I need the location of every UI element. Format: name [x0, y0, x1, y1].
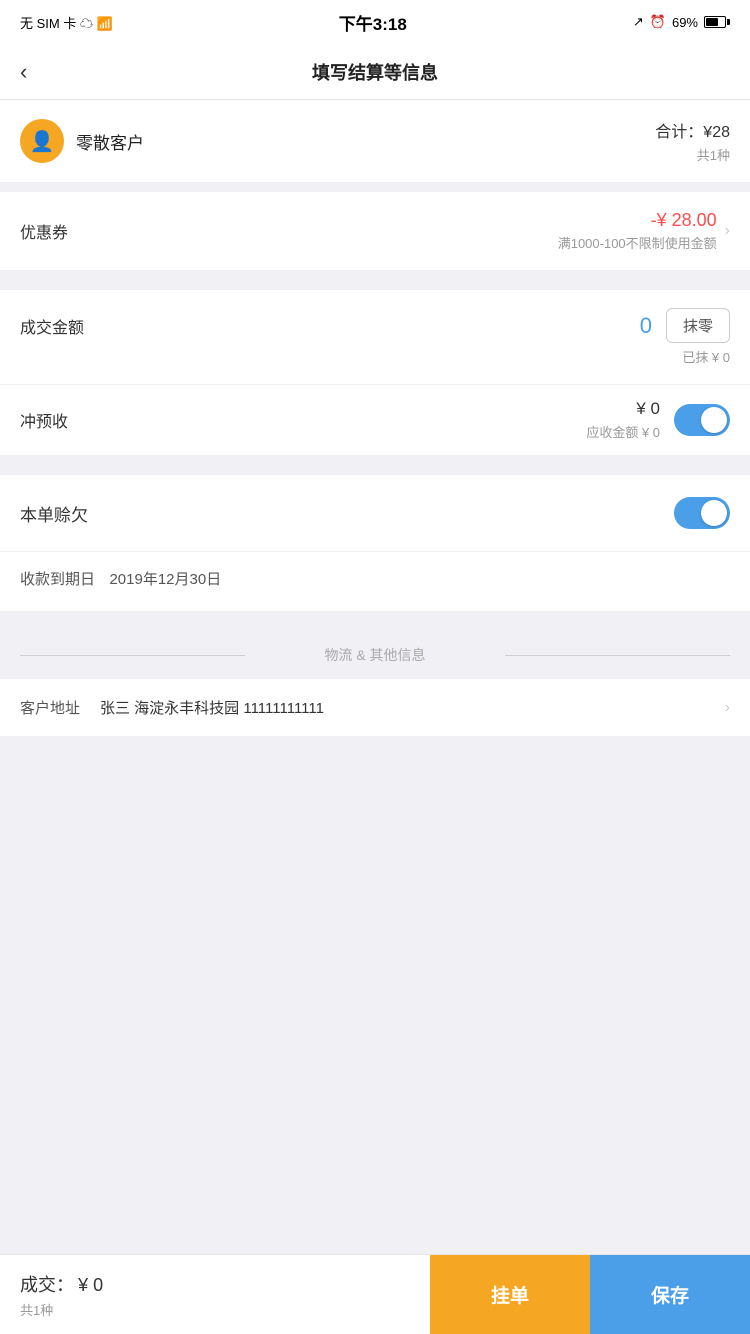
transaction-value: 0	[640, 313, 652, 339]
empty-space	[0, 746, 750, 946]
chevron-icon: ›	[725, 222, 730, 240]
customer-avatar: 👤	[20, 119, 64, 163]
amount-row: 成交金额 0 抹零	[20, 308, 730, 343]
total-count: 共1种	[655, 145, 730, 164]
section-separator-2	[0, 465, 750, 475]
bottom-count: 共1种	[20, 1300, 410, 1319]
coupon-right: -¥ 28.00 满1000-100不限制使用金额 ›	[558, 210, 730, 252]
customer-row: 👤 零散客户 合计：¥28 共1种	[0, 100, 750, 182]
deal-label: 成交：	[20, 1275, 74, 1295]
alarm-icon: ⏰	[650, 14, 666, 30]
total-amount: 合计：¥28	[655, 118, 730, 142]
status-right: ↗ ⏰ 69%	[633, 14, 730, 30]
prepay-row: 冲预收 ¥ 0 应收金额 ¥ 0	[0, 384, 750, 455]
coupon-info: -¥ 28.00 满1000-100不限制使用金额	[558, 210, 717, 252]
address-chevron-icon: ›	[725, 699, 730, 717]
section-separator	[0, 280, 750, 290]
address-card[interactable]: 客户地址 张三 海淀永丰科技园 11111111111 ›	[0, 679, 750, 736]
battery-icon	[704, 16, 730, 28]
prepay-main: ¥ 0	[586, 399, 660, 419]
round-button[interactable]: 抹零	[666, 308, 730, 343]
transaction-label: 成交金额	[20, 314, 84, 338]
logistics-text: 物流 & 其他信息	[324, 647, 425, 663]
coupon-label: 优惠券	[20, 219, 68, 243]
due-date: 2019年12月30日	[109, 571, 221, 588]
customer-right: 合计：¥28 共1种	[655, 118, 730, 164]
customer-card: 👤 零散客户 合计：¥28 共1种	[0, 100, 750, 182]
debt-label: 本单赊欠	[20, 501, 88, 526]
prepay-toggle[interactable]	[674, 404, 730, 436]
battery-percent: 69%	[672, 15, 698, 30]
hold-button[interactable]: 挂单	[430, 1255, 590, 1334]
transaction-card: 成交金额 0 抹零 已抹 ¥ 0 冲预收 ¥ 0 应收金额 ¥ 0	[0, 290, 750, 455]
debt-toggle[interactable]	[674, 497, 730, 529]
customer-name: 零散客户	[76, 129, 144, 154]
status-left: 无 SIM 卡 ☁ 📶	[20, 13, 113, 32]
logistics-separator: 物流 & 其他信息	[0, 631, 750, 679]
bottom-deal: 成交： ¥ 0	[20, 1271, 410, 1297]
transaction-sub: 已抹 ¥ 0	[20, 347, 730, 366]
bottom-bar: 成交： ¥ 0 共1种 挂单 保存	[0, 1254, 750, 1334]
address-value: 张三 海淀永丰科技园 11111111111	[100, 697, 725, 718]
prepay-right: ¥ 0 应收金额 ¥ 0	[586, 399, 730, 441]
content: 👤 零散客户 合计：¥28 共1种 优惠券 -¥ 28.00 满1000-100…	[0, 100, 750, 1036]
coupon-card[interactable]: 优惠券 -¥ 28.00 满1000-100不限制使用金额 ›	[0, 192, 750, 270]
due-date-row: 收款到期日 2019年12月30日	[0, 551, 750, 611]
status-time: 下午3:18	[339, 10, 407, 35]
location-icon: ↗	[633, 14, 644, 30]
back-button[interactable]: ‹	[20, 59, 27, 85]
save-button[interactable]: 保存	[590, 1255, 750, 1334]
address-row[interactable]: 客户地址 张三 海淀永丰科技园 11111111111 ›	[0, 679, 750, 736]
address-label: 客户地址	[20, 697, 90, 718]
coupon-row[interactable]: 优惠券 -¥ 28.00 满1000-100不限制使用金额 ›	[0, 192, 750, 270]
debt-card: 本单赊欠 收款到期日 2019年12月30日	[0, 475, 750, 611]
deal-amount: ¥ 0	[78, 1275, 103, 1295]
customer-left: 👤 零散客户	[20, 119, 144, 163]
prepay-sub: 应收金额 ¥ 0	[586, 422, 660, 441]
page-title: 填写结算等信息	[312, 59, 438, 85]
section-separator-3	[0, 621, 750, 631]
prepay-label: 冲预收	[20, 408, 68, 432]
bottom-info: 成交： ¥ 0 共1种	[0, 1271, 430, 1319]
amount-right: 0 抹零	[640, 308, 730, 343]
prepay-amounts: ¥ 0 应收金额 ¥ 0	[586, 399, 660, 441]
avatar-icon: 👤	[30, 129, 55, 154]
nav-bar: ‹ 填写结算等信息	[0, 44, 750, 100]
coupon-desc: 满1000-100不限制使用金额	[558, 233, 717, 252]
status-bar: 无 SIM 卡 ☁ 📶 下午3:18 ↗ ⏰ 69%	[0, 0, 750, 44]
due-label: 收款到期日	[20, 571, 95, 588]
transaction-section: 成交金额 0 抹零 已抹 ¥ 0	[0, 290, 750, 384]
debt-row: 本单赊欠	[0, 475, 750, 551]
coupon-amount: -¥ 28.00	[558, 210, 717, 231]
